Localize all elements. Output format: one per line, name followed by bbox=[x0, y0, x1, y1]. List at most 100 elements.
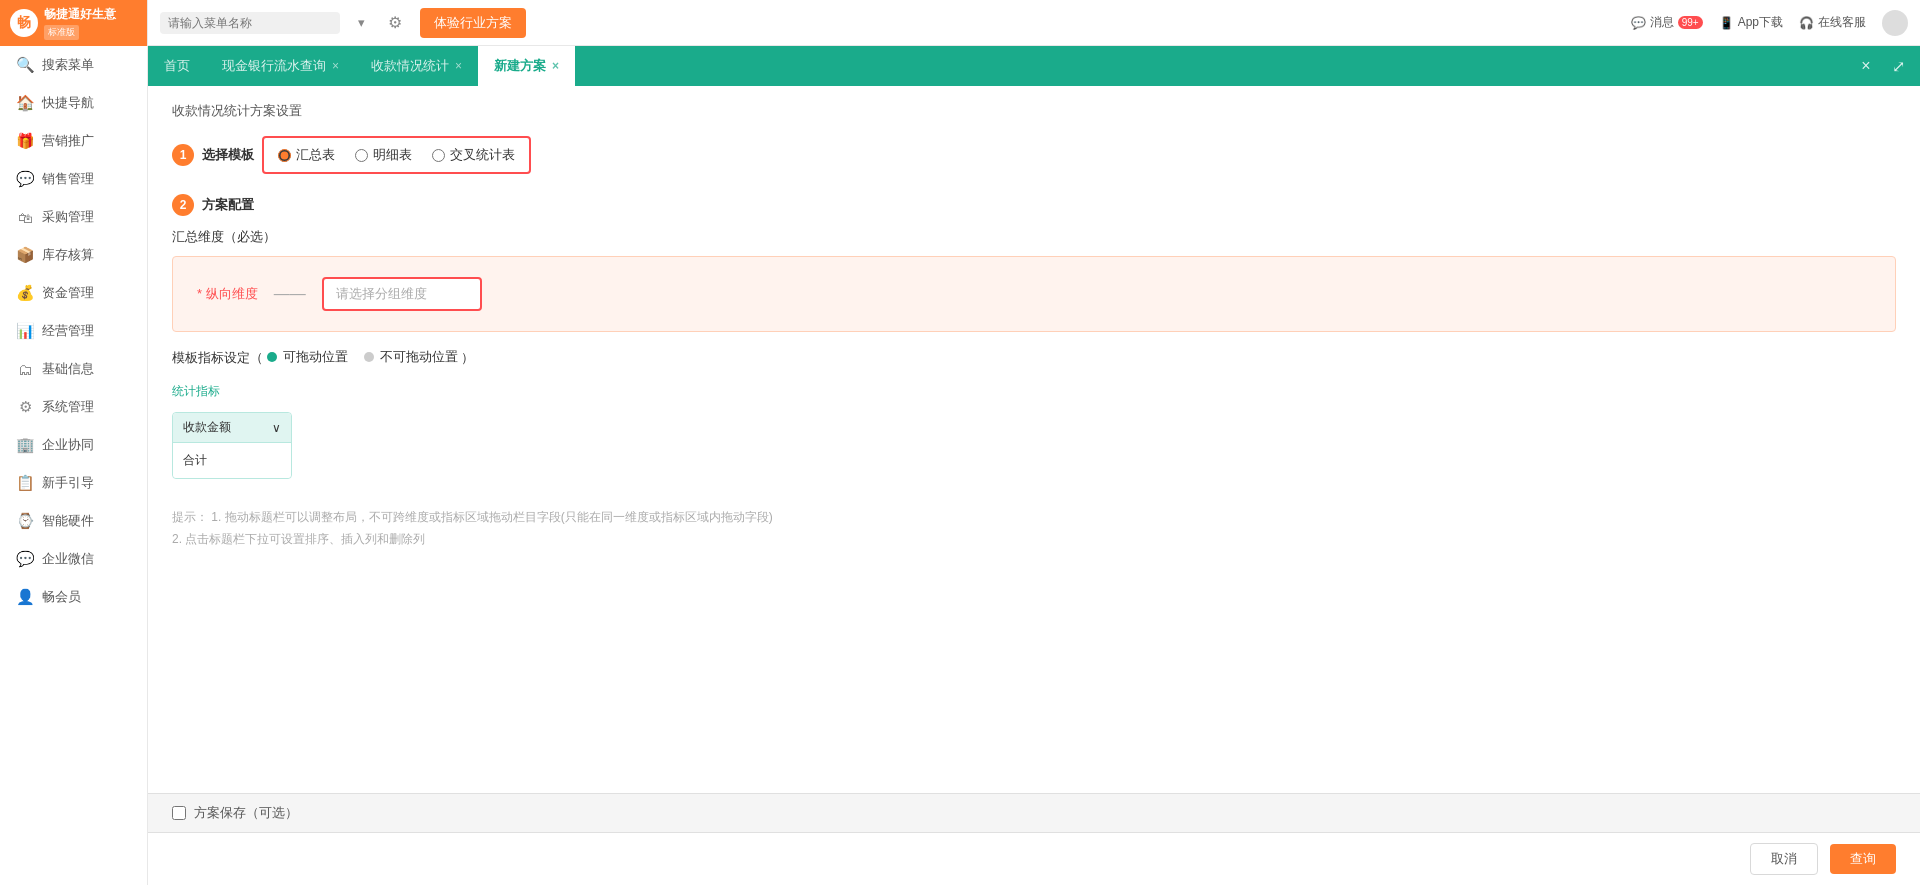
save-label: 方案保存（可选） bbox=[194, 804, 298, 822]
non-draggable-dot bbox=[364, 352, 374, 362]
stats-box-chevron: ∨ bbox=[272, 421, 281, 435]
sidebar-item-weixin[interactable]: 💬 企业微信 bbox=[0, 540, 147, 578]
config-section: 汇总维度（必选） * 纵向维度 —— 请选择分组维度 bbox=[172, 228, 1896, 550]
sidebar-item-label: 智能硬件 bbox=[42, 512, 94, 530]
metrics-section: 模板指标设定（ 可拖动位置 不可拖动位置 ） bbox=[172, 348, 1896, 550]
sidebar-item-label: 营销推广 bbox=[42, 132, 94, 150]
step1-badge: 1 bbox=[172, 144, 194, 166]
page-title: 收款情况统计方案设置 bbox=[172, 102, 1896, 120]
sidebar-item-inventory[interactable]: 📦 库存核算 bbox=[0, 236, 147, 274]
user-icon: 👤 bbox=[16, 588, 34, 606]
metrics-header: 模板指标设定（ 可拖动位置 不可拖动位置 ） bbox=[172, 348, 1896, 367]
dimension-selector[interactable]: 请选择分组维度 bbox=[322, 277, 482, 311]
trial-button[interactable]: 体验行业方案 bbox=[420, 8, 526, 38]
tab-bank[interactable]: 现金银行流水查询 × bbox=[206, 46, 355, 86]
settings-button[interactable]: ⚙ bbox=[382, 10, 408, 36]
sidebar-item-sales[interactable]: 💬 销售管理 bbox=[0, 160, 147, 198]
dimension-arrow: —— bbox=[274, 285, 306, 303]
draggable-label: 可拖动位置 bbox=[283, 348, 348, 366]
tab-receipts-label: 收款情况统计 bbox=[371, 57, 449, 75]
user-avatar[interactable] bbox=[1882, 10, 1908, 36]
draggable-dot bbox=[267, 352, 277, 362]
sidebar-item-marketing[interactable]: 🎁 营销推广 bbox=[0, 122, 147, 160]
sidebar-item-purchase[interactable]: 🛍 采购管理 bbox=[0, 198, 147, 236]
tips-section: 提示： 1. 拖动标题栏可以调整布局，不可跨维度或指标区域拖动栏目字段(只能在同… bbox=[172, 507, 1896, 550]
tab-receipts[interactable]: 收款情况统计 × bbox=[355, 46, 478, 86]
sidebar-item-label: 销售管理 bbox=[42, 170, 94, 188]
option-detail-label: 明细表 bbox=[373, 146, 412, 164]
top-header: ▾ ⚙ 体验行业方案 💬 消息 99+ 📱 App下载 🎧 在线客服 bbox=[148, 0, 1920, 46]
step1-title: 选择模板 bbox=[202, 146, 254, 164]
notification-label: 消息 bbox=[1650, 14, 1674, 31]
sidebar-item-system[interactable]: ⚙ 系统管理 bbox=[0, 388, 147, 426]
gear-icon: ⚙ bbox=[16, 398, 34, 416]
sidebar-item-enterprise[interactable]: 🏢 企业协同 bbox=[0, 426, 147, 464]
sidebar-item-quicknav[interactable]: 🏠 快捷导航 bbox=[0, 84, 147, 122]
tab-bar: 首页 现金银行流水查询 × 收款情况统计 × 新建方案 × × ⤢ bbox=[148, 46, 1920, 86]
option-crosstab[interactable]: 交叉统计表 bbox=[432, 146, 515, 164]
sidebar-item-label: 新手引导 bbox=[42, 474, 94, 492]
sidebar-item-label: 畅会员 bbox=[42, 588, 81, 606]
radio-crosstab[interactable] bbox=[432, 149, 445, 162]
sidebar-item-label: 快捷导航 bbox=[42, 94, 94, 112]
window-expand-button[interactable]: ⤢ bbox=[1884, 52, 1912, 80]
building-icon: 🏢 bbox=[16, 436, 34, 454]
service-icon: 🎧 bbox=[1799, 16, 1814, 30]
query-button[interactable]: 查询 bbox=[1830, 844, 1896, 874]
stats-box-body: 合计 bbox=[173, 443, 291, 478]
sidebar-item-label: 搜索菜单 bbox=[42, 56, 94, 74]
tab-receipts-close[interactable]: × bbox=[455, 59, 462, 73]
folder-icon: 🗂 bbox=[16, 360, 34, 378]
sidebar-item-basicinfo[interactable]: 🗂 基础信息 bbox=[0, 350, 147, 388]
cancel-button[interactable]: 取消 bbox=[1750, 843, 1818, 875]
sidebar-item-operations[interactable]: 📊 经营管理 bbox=[0, 312, 147, 350]
sidebar-item-finance[interactable]: 💰 资金管理 bbox=[0, 274, 147, 312]
radio-detail[interactable] bbox=[355, 149, 368, 162]
stats-box-header[interactable]: 收款金额 ∨ bbox=[173, 413, 291, 443]
tab-home[interactable]: 首页 bbox=[148, 46, 206, 86]
save-checkbox[interactable] bbox=[172, 806, 186, 820]
header-right: 💬 消息 99+ 📱 App下载 🎧 在线客服 bbox=[1631, 10, 1908, 36]
stats-section-label: 统计指标 bbox=[172, 383, 1896, 400]
page-inner: 收款情况统计方案设置 1 选择模板 汇总表 明细表 bbox=[148, 86, 1920, 793]
main-area: ▾ ⚙ 体验行业方案 💬 消息 99+ 📱 App下载 🎧 在线客服 首页 bbox=[148, 0, 1920, 885]
option-summary[interactable]: 汇总表 bbox=[278, 146, 335, 164]
dropdown-button[interactable]: ▾ bbox=[348, 10, 374, 36]
bag-icon: 🛍 bbox=[16, 208, 34, 226]
option-detail[interactable]: 明细表 bbox=[355, 146, 412, 164]
dimension-section-title: 汇总维度（必选） bbox=[172, 228, 1896, 246]
sidebar-item-smarthw[interactable]: ⌚ 智能硬件 bbox=[0, 502, 147, 540]
step2-header: 2 方案配置 bbox=[172, 194, 1896, 216]
logo-icon: 畅 bbox=[10, 9, 38, 37]
notification-item[interactable]: 💬 消息 99+ bbox=[1631, 14, 1703, 31]
page-content: 收款情况统计方案设置 1 选择模板 汇总表 明细表 bbox=[148, 86, 1920, 885]
metrics-header-text: 模板指标设定（ 可拖动位置 不可拖动位置 ） bbox=[172, 348, 474, 367]
box-icon: 📦 bbox=[16, 246, 34, 264]
radio-summary[interactable] bbox=[278, 149, 291, 162]
tip-line-2: 2. 点击标题栏下拉可设置排序、插入列和删除列 bbox=[172, 529, 1896, 551]
sidebar-item-newbie[interactable]: 📋 新手引导 bbox=[0, 464, 147, 502]
option-crosstab-label: 交叉统计表 bbox=[450, 146, 515, 164]
sidebar-item-member[interactable]: 👤 畅会员 bbox=[0, 578, 147, 616]
tab-bank-close[interactable]: × bbox=[332, 59, 339, 73]
tab-bank-label: 现金银行流水查询 bbox=[222, 57, 326, 75]
app-download-item[interactable]: 📱 App下载 bbox=[1719, 14, 1783, 31]
dimension-row: * 纵向维度 —— 请选择分组维度 bbox=[197, 277, 1871, 311]
online-service-item[interactable]: 🎧 在线客服 bbox=[1799, 14, 1866, 31]
page-footer: 方案保存（可选） bbox=[148, 793, 1920, 832]
step2-badge: 2 bbox=[172, 194, 194, 216]
tab-newplan[interactable]: 新建方案 × bbox=[478, 46, 575, 86]
dimension-placeholder: 请选择分组维度 bbox=[336, 286, 427, 301]
window-close-button[interactable]: × bbox=[1852, 52, 1880, 80]
search-icon: 🔍 bbox=[16, 56, 34, 74]
app-download-label: App下载 bbox=[1738, 14, 1783, 31]
sidebar-item-search[interactable]: 🔍 搜索菜单 bbox=[0, 46, 147, 84]
sidebar-item-label: 资金管理 bbox=[42, 284, 94, 302]
tab-newplan-close[interactable]: × bbox=[552, 59, 559, 73]
sidebar-item-label: 库存核算 bbox=[42, 246, 94, 264]
non-draggable-label: 不可拖动位置 bbox=[380, 348, 458, 366]
search-input[interactable] bbox=[160, 12, 340, 34]
bottom-bar: 取消 查询 bbox=[148, 832, 1920, 885]
sales-icon: 💬 bbox=[16, 170, 34, 188]
sidebar-item-label: 采购管理 bbox=[42, 208, 94, 226]
